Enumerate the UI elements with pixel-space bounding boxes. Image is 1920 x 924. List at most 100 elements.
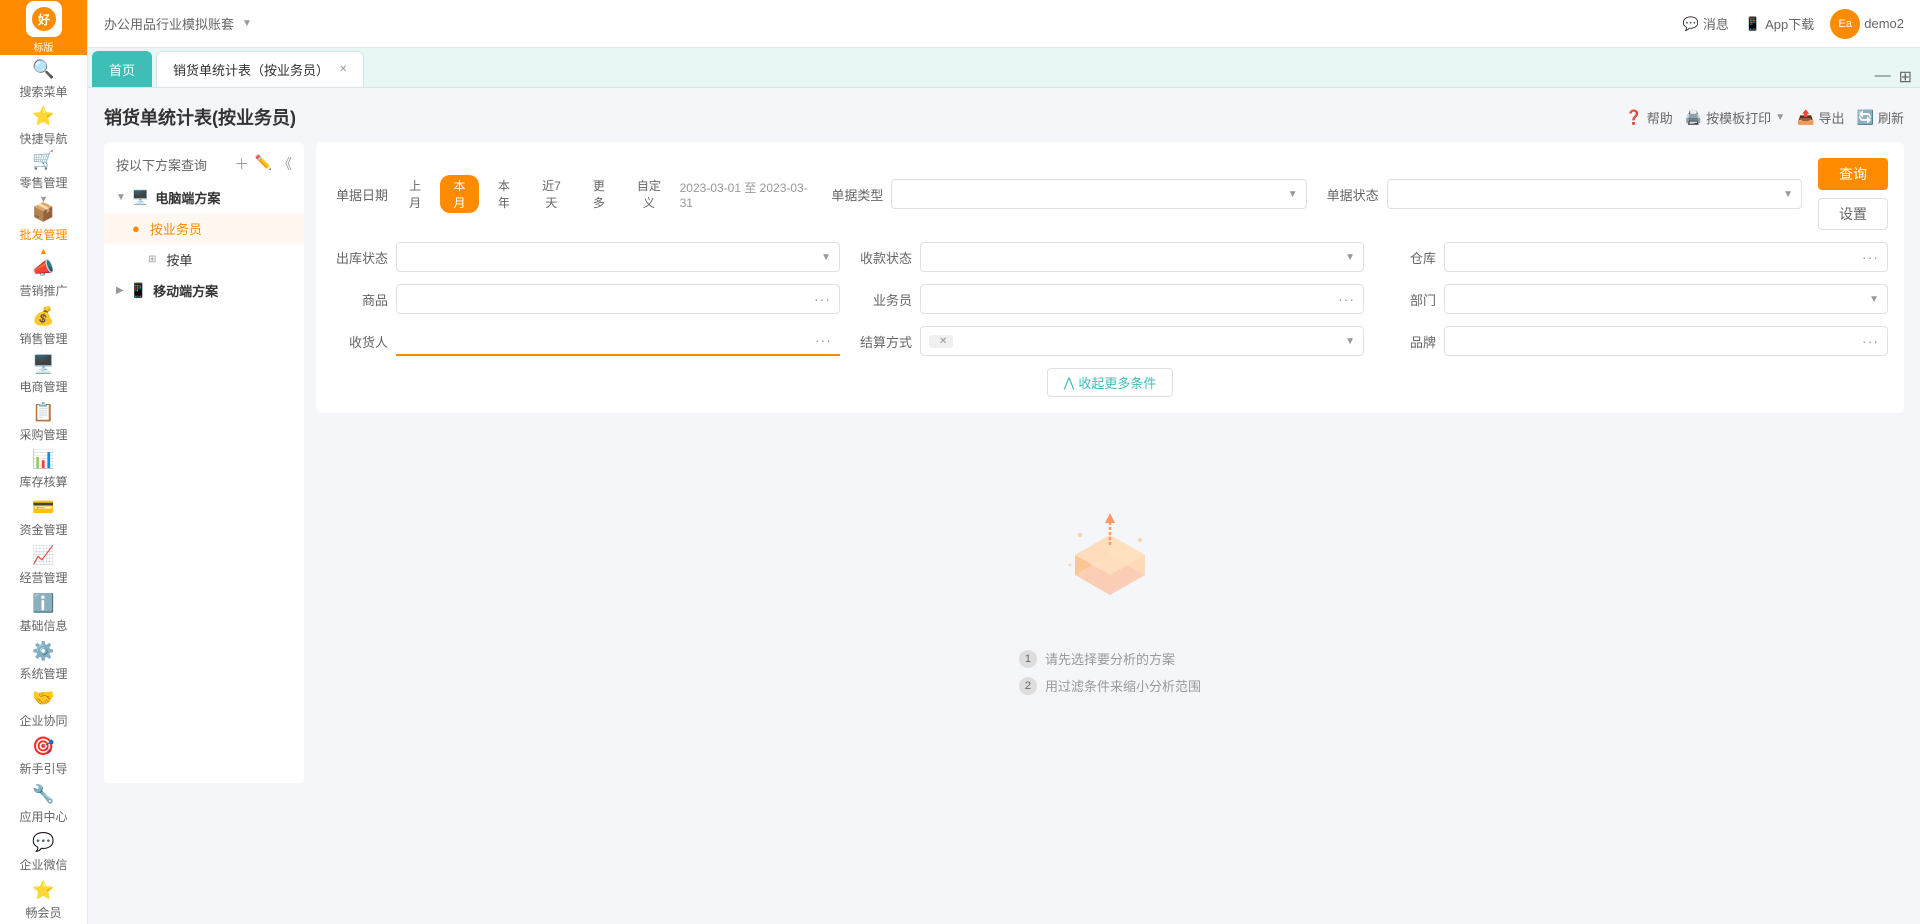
message-button[interactable]: 💬 消息 [1683,14,1729,33]
scheme-by-staff[interactable]: ● 按业务员 [104,213,304,244]
tabbar: 首页 销货单统计表（按业务员） ✕ — ⊞ [88,48,1920,88]
sales-icon: 💰 [32,306,54,327]
tab-sales-stat[interactable]: 销货单统计表（按业务员） ✕ [156,51,364,87]
wechat-icon: 💬 [32,832,54,853]
sidebar-item-ecommerce[interactable]: 🖥️ 电商管理 [0,350,88,398]
tab-home[interactable]: 首页 [92,51,152,87]
page-actions: ❓ 帮助 🖨️ 按模板打印 ▼ 📤 导出 🔄 刷新 [1625,108,1904,127]
sidebar-item-finance[interactable]: 💳 资金管理 [0,494,88,542]
maximize-icon[interactable]: ⊞ [1899,67,1912,87]
goods-input[interactable]: ··· [396,284,840,314]
collapse-button[interactable]: ⋀ 收起更多条件 [1047,368,1174,397]
settle-tag-remove-icon[interactable]: ✕ [939,336,947,347]
refresh-button[interactable]: 🔄 刷新 [1857,108,1904,127]
warehouse-filter-item: 仓库 ··· [1380,242,1888,272]
breadcrumb-dropdown-icon[interactable]: ▼ [242,18,252,29]
filter-panel: 单据日期 上月 本月 本年 近7天 更多 自定义 2023-03-01 至 20… [316,142,1904,413]
right-content: 单据日期 上月 本月 本年 近7天 更多 自定义 2023-03-01 至 20… [316,142,1904,783]
sidebar-item-quick-nav[interactable]: ⭐ 快捷导航 [0,103,88,151]
wholesale-icon: 📦 [32,202,54,223]
sidebar-item-marketing[interactable]: 📣 营销推广 [0,255,88,303]
page-body: 销货单统计表(按业务员) ❓ 帮助 🖨️ 按模板打印 ▼ 📤 导出 [88,88,1920,799]
step1-text: 请先选择要分析的方案 [1045,649,1175,668]
receiver-dots-icon: ··· [815,332,832,348]
scheme-pc-group[interactable]: ▼ 🖥️ 电脑端方案 [104,182,304,213]
user-avatar: Ea [1830,9,1860,39]
scheme-mobile-group[interactable]: ▶ 📱 移动端方案 [104,275,304,306]
empty-steps: 1 请先选择要分析的方案 2 用过滤条件来缩小分析范围 [1019,649,1201,703]
date-btn-this-month[interactable]: 本月 [440,175,478,213]
settle-select[interactable]: ✕ ▼ [920,326,1364,356]
minimize-icon[interactable]: — [1875,67,1891,87]
date-btn-7days[interactable]: 近7天 [529,175,574,213]
date-label: 单据日期 [332,185,388,204]
receiver-text-input[interactable] [404,333,815,348]
dept-select[interactable]: ▼ [1444,284,1888,314]
export-button[interactable]: 📤 导出 [1797,108,1844,127]
tab-close-icon[interactable]: ✕ [339,64,347,75]
receiver-input[interactable]: ··· [396,326,840,356]
sidebar-item-retail[interactable]: 🛒 零售管理 ▼ [0,151,88,203]
warehouse-label: 仓库 [1380,248,1436,267]
sidebar-item-system[interactable]: ⚙️ 系统管理 [0,637,88,685]
by-staff-label: 按业务员 [150,219,202,238]
sidebar-item-sales[interactable]: 💰 销售管理 [0,303,88,351]
template-print-button[interactable]: 🖨️ 按模板打印 ▼ [1685,108,1785,127]
topbar-left: 办公用品行业模拟账套 ▼ [104,14,252,33]
svg-text:好: 好 [36,12,49,27]
empty-state: 1 请先选择要分析的方案 2 用过滤条件来缩小分析范围 [316,425,1904,783]
page-header: 销货单统计表(按业务员) ❓ 帮助 🖨️ 按模板打印 ▼ 📤 导出 [104,104,1904,130]
edit-scheme-icon[interactable]: ✏️ [255,154,272,174]
help-button[interactable]: ❓ 帮助 [1625,108,1672,127]
home-tab-label: 首页 [109,60,135,79]
staff-input[interactable]: ··· [920,284,1364,314]
print-icon: 🖨️ [1685,109,1702,126]
sidebar-item-purchase[interactable]: 📋 采购管理 [0,398,88,446]
sidebar-item-newbie[interactable]: 🎯 新手引导 [0,733,88,781]
mobile-tree-expand-icon: ▶ [116,285,124,296]
date-btn-last-month[interactable]: 上月 [396,175,434,213]
sidebar-item-search[interactable]: 🔍 搜索菜单 [0,55,88,103]
date-btn-this-year[interactable]: 本年 [485,175,523,213]
sidebar-item-basic[interactable]: ℹ️ 基础信息 [0,589,88,637]
out-status-select[interactable]: ▼ [396,242,840,272]
date-btn-custom[interactable]: 自定义 [624,175,674,213]
filter-row-4: 收货人 ··· 结算方式 [332,326,1888,356]
date-range-display: 2023-03-01 至 2023-03-31 [680,179,812,210]
sidebar-item-operation[interactable]: 📈 经营管理 [0,542,88,590]
date-btn-more[interactable]: 更多 [580,175,618,213]
receiver-label: 收货人 [332,332,388,351]
app-download-button[interactable]: 📱 App下载 [1745,14,1814,33]
step2-text: 用过滤条件来缩小分析范围 [1045,676,1201,695]
purchase-icon: 📋 [32,402,54,423]
dept-filter-item: 部门 ▼ [1380,284,1888,314]
add-scheme-icon[interactable]: ＋ [235,154,249,174]
step1-num: 1 [1019,650,1037,668]
left-panel-header: 按以下方案查询 ＋ ✏️ 《 [104,154,304,182]
sidebar-item-inventory[interactable]: 📊 库存核算 [0,446,88,494]
query-button[interactable]: 查询 [1818,158,1888,190]
order-type-select[interactable]: ▼ [891,179,1306,209]
quick-nav-icon: ⭐ [32,106,54,127]
enterprise-icon: 🤝 [32,688,54,709]
sidebar-item-wholesale[interactable]: 📦 批发管理 ▲ [0,203,88,255]
layout-with-sidebar: 按以下方案查询 ＋ ✏️ 《 ▼ 🖥️ 电脑端方案 ● [104,142,1904,783]
brand-label: 品牌 [1380,332,1436,351]
sidebar-item-wechat[interactable]: 💬 企业微信 [0,828,88,876]
sidebar-item-enterprise[interactable]: 🤝 企业协同 [0,685,88,733]
receipt-status-select[interactable]: ▼ [920,242,1364,272]
collapse-row: ⋀ 收起更多条件 [332,368,1888,397]
mobile-scheme-label: 移动端方案 [153,281,218,300]
warehouse-input[interactable]: ··· [1444,242,1888,272]
sidebar-item-appstore[interactable]: 🔧 应用中心 [0,781,88,829]
ecommerce-icon: 🖥️ [32,354,54,375]
brand-input[interactable]: ··· [1444,326,1888,356]
collapse-panel-icon[interactable]: 《 [278,154,292,174]
user-avatar-area[interactable]: Ea demo2 [1830,9,1904,39]
sidebar-item-member[interactable]: ⭐ 畅会员 [0,876,88,924]
app-logo[interactable]: 好 标版 [0,0,88,55]
setting-button[interactable]: 设置 [1818,198,1888,230]
sales-stat-tab-label: 销货单统计表（按业务员） [173,60,329,79]
order-status-select[interactable]: ▼ [1387,179,1802,209]
scheme-by-order[interactable]: ⊞ 按单 [104,244,304,275]
